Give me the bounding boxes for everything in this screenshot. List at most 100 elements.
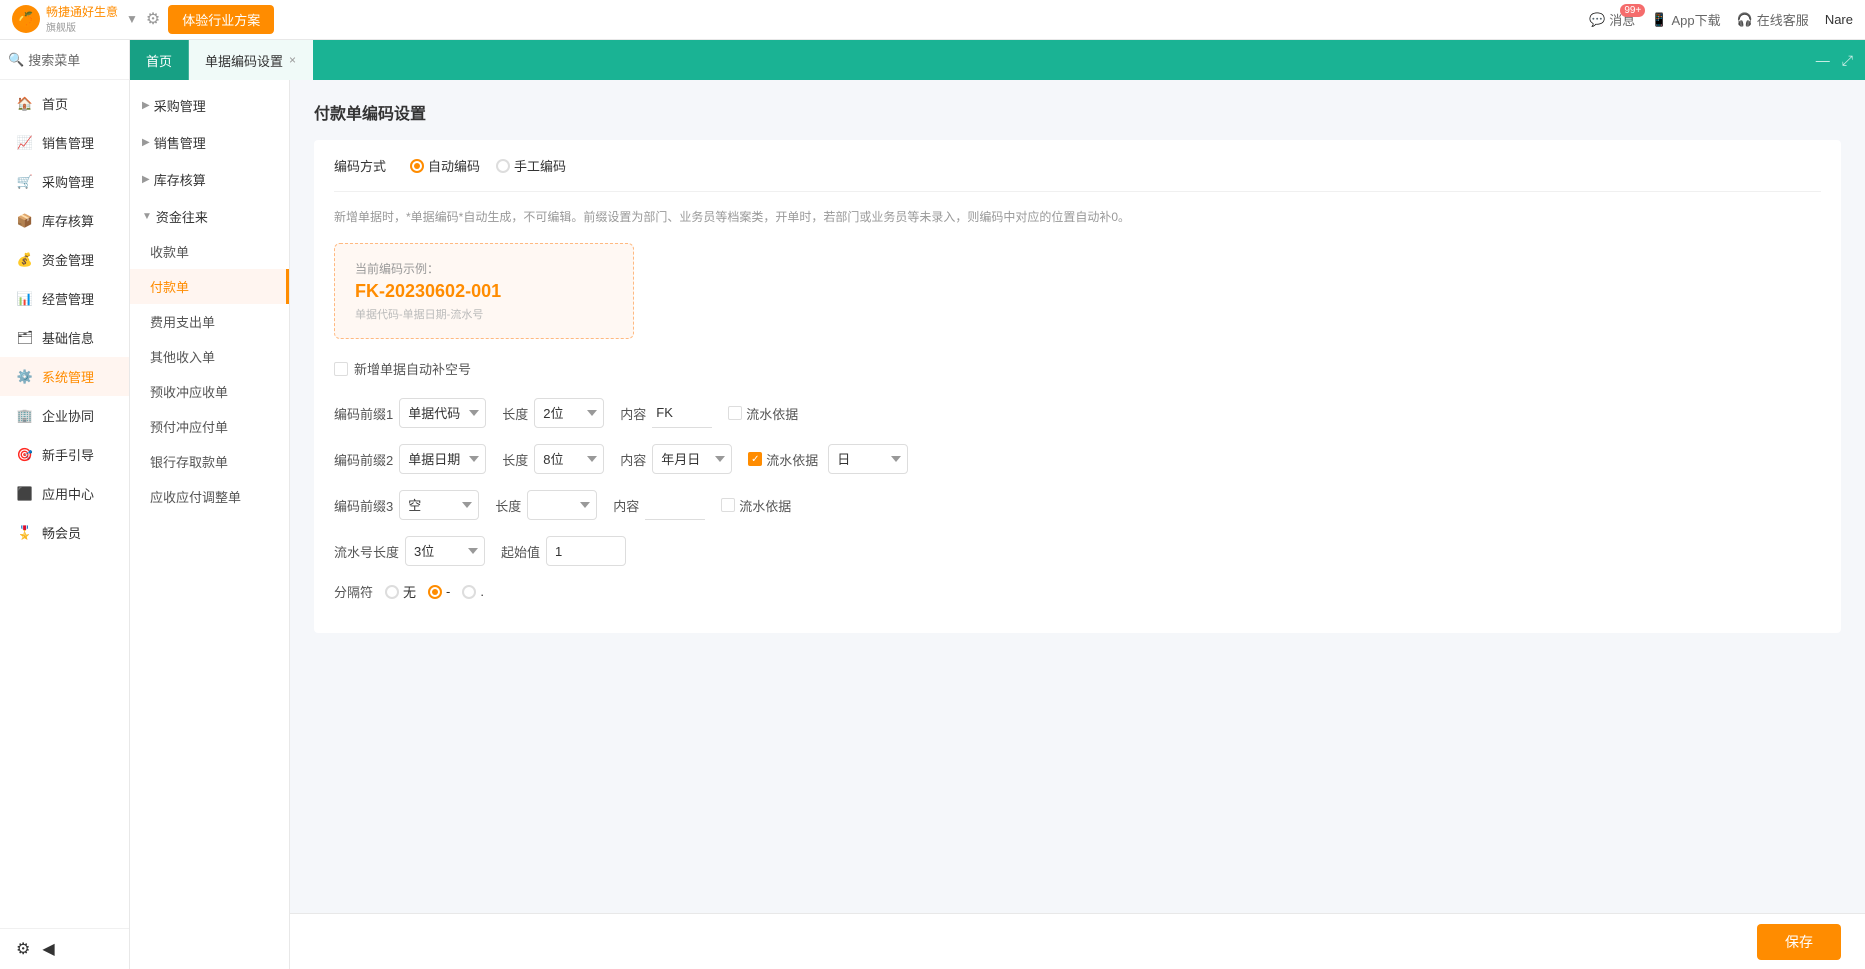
content3-input[interactable] <box>645 490 705 520</box>
auto-encode-option[interactable]: 自动编码 <box>410 156 480 175</box>
sub-header-sales[interactable]: ▶ 销售管理 <box>130 125 289 160</box>
page-content: 付款单编码设置 编码方式 自动编码 <box>290 80 1865 969</box>
form-section: 编码方式 自动编码 手工编码 <box>314 140 1841 633</box>
prefix2-select[interactable]: 单据日期 <box>399 444 486 474</box>
sub-item-bank[interactable]: 银行存取款单 <box>130 444 289 479</box>
username[interactable]: Nare <box>1825 12 1853 27</box>
sep-dash[interactable]: - <box>428 584 450 599</box>
sub-header-purchase[interactable]: ▶ 采购管理 <box>130 88 289 123</box>
sidebar-item-operation[interactable]: 📊 经营管理 <box>0 279 129 318</box>
sub-group-sales: ▶ 销售管理 <box>130 125 289 160</box>
serial1-checkbox[interactable] <box>728 406 742 420</box>
nav-dropdown[interactable]: ▼ <box>126 12 138 26</box>
tab-home[interactable]: 首页 <box>130 40 189 80</box>
auto-encode-radio[interactable] <box>410 159 424 173</box>
sep-dot-label: . <box>480 584 484 599</box>
online-service[interactable]: 🎧 在线客服 <box>1737 10 1809 29</box>
length2-select[interactable]: 8位 <box>534 444 604 474</box>
info-text: 新增单据时，*单据编码*自动生成，不可编辑。前缀设置为部门、业务员等档案类，开单… <box>334 208 1821 227</box>
auto-fill-checkbox[interactable] <box>334 362 348 376</box>
tab-encoding[interactable]: 单据编码设置 × <box>189 40 313 80</box>
sub-label-sales: 销售管理 <box>154 133 206 152</box>
sidebar-item-home[interactable]: 🏠 首页 <box>0 84 129 123</box>
sidebar-label-home: 首页 <box>42 94 68 113</box>
content1-item: 内容 <box>620 398 712 428</box>
sidebar-search[interactable]: 🔍 搜索菜单 <box>0 40 129 80</box>
sep-radio-group: 无 - . <box>385 582 484 601</box>
content1-input[interactable] <box>652 398 712 428</box>
tab-home-label: 首页 <box>146 51 172 70</box>
sidebar-item-system[interactable]: ⚙️ 系统管理 <box>0 357 129 396</box>
sep-none[interactable]: 无 <box>385 582 416 601</box>
sep-none-label: 无 <box>403 582 416 601</box>
collapse-icon[interactable]: ◀ <box>42 939 54 959</box>
serial1-label: 流水依据 <box>746 404 798 423</box>
basic-icon: 🗂 <box>16 329 34 347</box>
serial3-item: 流水依据 <box>721 496 791 515</box>
guide-icon: 🎯 <box>16 446 34 464</box>
serial3-checkbox[interactable] <box>721 498 735 512</box>
settings-bottom-icon[interactable]: ⚙ <box>16 939 30 959</box>
serial2-checkbox[interactable]: ✓ <box>748 452 762 466</box>
serial-length-item: 流水号长度 3位 <box>334 536 485 566</box>
trial-button[interactable]: 体验行业方案 <box>168 5 274 34</box>
sidebar-item-inventory[interactable]: 📦 库存核算 <box>0 201 129 240</box>
content2-select[interactable]: 年月日 <box>652 444 732 474</box>
sidebar-label-basic: 基础信息 <box>42 328 94 347</box>
sub-header-capital[interactable]: ▼ 资金往来 <box>130 199 289 234</box>
tab-maximize-btn[interactable]: ⤢ <box>1842 52 1853 69</box>
sidebar-item-basic[interactable]: 🗂 基础信息 <box>0 318 129 357</box>
brand-sub: 旗舰版 <box>46 19 118 34</box>
sidebar-item-sales[interactable]: 📈 销售管理 <box>0 123 129 162</box>
sep-dot[interactable]: . <box>462 584 484 599</box>
sidebar-item-appstore[interactable]: ⬛ 应用中心 <box>0 474 129 513</box>
serial-start-input[interactable] <box>546 536 626 566</box>
form-row-prefix2: 编码前缀2 单据日期 长度 8位 <box>334 444 1821 474</box>
topbar-left: 🍊 畅捷通好生意 旗舰版 ▼ ⚙ 体验行业方案 <box>12 5 274 34</box>
manual-encode-option[interactable]: 手工编码 <box>496 156 566 175</box>
app-download[interactable]: 📱 App下载 <box>1651 10 1720 29</box>
sidebar-label-sales: 销售管理 <box>42 133 94 152</box>
sidebar-item-finance[interactable]: 💰 资金管理 <box>0 240 129 279</box>
content3-item: 内容 <box>613 490 705 520</box>
prefix1-select[interactable]: 单据代码 <box>399 398 486 428</box>
sidebar-item-purchase[interactable]: 🛒 采购管理 <box>0 162 129 201</box>
sub-header-stock[interactable]: ▶ 库存核算 <box>130 162 289 197</box>
sub-item-other-income[interactable]: 其他收入单 <box>130 339 289 374</box>
tab-close-btn[interactable]: × <box>289 53 296 67</box>
page-title: 付款单编码设置 <box>314 100 1841 124</box>
page-body: 付款单编码设置 编码方式 自动编码 <box>290 80 1865 913</box>
length3-select[interactable] <box>527 490 597 520</box>
sep-dash-dot[interactable] <box>428 585 442 599</box>
service-label: 在线客服 <box>1757 10 1809 29</box>
manual-encode-radio[interactable] <box>496 159 510 173</box>
prefix3-select[interactable]: 空 <box>399 490 479 520</box>
granularity-select[interactable]: 日 <box>828 444 908 474</box>
sub-item-prepay-pay[interactable]: 预付冲应付单 <box>130 409 289 444</box>
brand-text: 畅捷通好生意 旗舰版 <box>46 5 118 34</box>
logo-icon: 🍊 <box>12 5 40 33</box>
sep-none-dot[interactable] <box>385 585 399 599</box>
sep-dot-dot[interactable] <box>462 585 476 599</box>
sub-item-expense[interactable]: 费用支出单 <box>130 304 289 339</box>
appstore-icon: ⬛ <box>16 485 34 503</box>
content-area: 首页 单据编码设置 × — ⤢ ▶ 采购管理 <box>130 40 1865 969</box>
content1-label: 内容 <box>620 404 646 423</box>
encoding-radio-group: 自动编码 手工编码 <box>410 156 566 175</box>
sub-item-prepay-recv[interactable]: 预收冲应收单 <box>130 374 289 409</box>
settings-icon[interactable]: ⚙ <box>146 9 160 29</box>
app-icon: 📱 <box>1651 12 1667 28</box>
length1-select[interactable]: 2位 <box>534 398 604 428</box>
sub-item-payment[interactable]: 付款单 <box>130 269 289 304</box>
content2-label: 内容 <box>620 450 646 469</box>
sidebar-item-enterprise[interactable]: 🏢 企业协同 <box>0 396 129 435</box>
encoding-method-label: 编码方式 <box>334 156 386 175</box>
serial-length-select[interactable]: 3位 <box>405 536 485 566</box>
sub-item-adjust[interactable]: 应收应付调整单 <box>130 479 289 514</box>
save-button[interactable]: 保存 <box>1757 924 1841 960</box>
message-wrap[interactable]: 💬 消息 99+ <box>1589 10 1635 29</box>
sidebar-item-member[interactable]: 🎖️ 畅会员 <box>0 513 129 552</box>
sub-item-receipt[interactable]: 收款单 <box>130 234 289 269</box>
sidebar-item-guide[interactable]: 🎯 新手引导 <box>0 435 129 474</box>
tab-minimize-btn[interactable]: — <box>1816 52 1830 68</box>
